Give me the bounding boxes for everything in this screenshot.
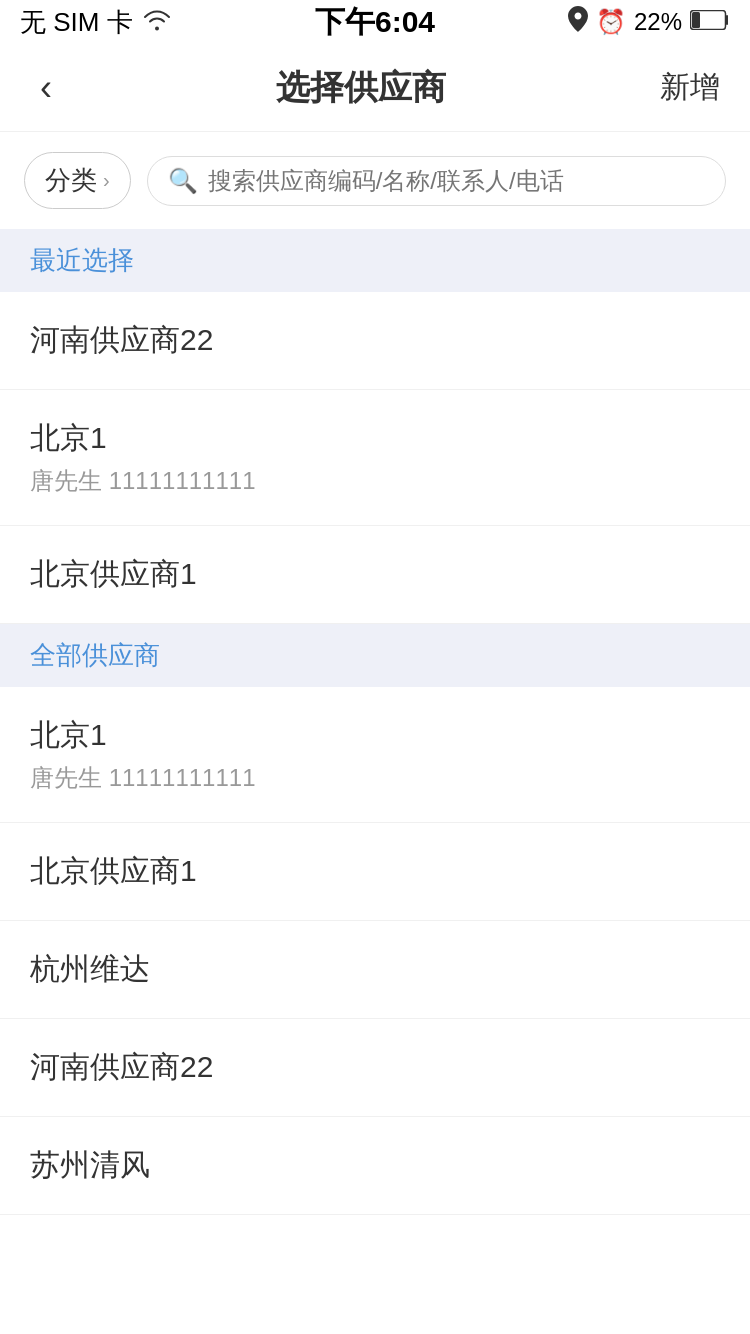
back-button[interactable]: ‹ [30, 57, 62, 119]
item-name: 北京供应商1 [30, 554, 720, 595]
item-name: 苏州清风 [30, 1145, 720, 1186]
item-name: 北京供应商1 [30, 851, 720, 892]
item-name: 河南供应商22 [30, 1047, 720, 1088]
all-list-item[interactable]: 苏州清风 [0, 1117, 750, 1215]
search-icon: 🔍 [168, 167, 198, 195]
search-input[interactable] [208, 167, 705, 195]
nav-bar: ‹ 选择供应商 新增 [0, 44, 750, 132]
recent-list-item[interactable]: 北京供应商1 [0, 526, 750, 624]
item-sub: 唐先生 11111111111 [30, 465, 720, 497]
recent-list-item[interactable]: 北京1 唐先生 11111111111 [0, 390, 750, 526]
all-list-item[interactable]: 北京1 唐先生 11111111111 [0, 687, 750, 823]
search-box: 🔍 [147, 156, 726, 206]
status-right: ⏰ 22% [568, 6, 730, 38]
item-name: 河南供应商22 [30, 320, 720, 361]
item-name: 北京1 [30, 715, 720, 756]
all-list-item[interactable]: 杭州维达 [0, 921, 750, 1019]
battery-text: 22% [634, 8, 682, 36]
filter-bar: 分类 › 🔍 [0, 132, 750, 229]
all-section-header: 全部供应商 [0, 624, 750, 687]
page-title: 选择供应商 [276, 65, 446, 111]
svg-rect-1 [692, 12, 700, 28]
battery-icon [690, 8, 730, 36]
recent-list-item[interactable]: 河南供应商22 [0, 292, 750, 390]
alarm-icon: ⏰ [596, 8, 626, 36]
all-list-item[interactable]: 河南供应商22 [0, 1019, 750, 1117]
category-button[interactable]: 分类 › [24, 152, 131, 209]
all-items-list: 北京1 唐先生 11111111111 北京供应商1 杭州维达河南供应商22 苏州清风 [0, 687, 750, 1215]
all-section-label: 全部供应商 [30, 640, 160, 670]
wifi-icon [143, 7, 171, 38]
item-name: 北京1 [30, 418, 720, 459]
carrier-text: 无 SIM 卡 [20, 5, 133, 40]
add-button[interactable]: 新增 [660, 67, 720, 108]
status-bar: 无 SIM 卡 下午6:04 ⏰ 22% [0, 0, 750, 44]
recent-items-list: 河南供应商22 北京1 唐先生 11111111111 北京供应商1 [0, 292, 750, 624]
recent-section-label: 最近选择 [30, 245, 134, 275]
item-name: 杭州维达 [30, 949, 720, 990]
category-label: 分类 [45, 163, 97, 198]
all-list-item[interactable]: 北京供应商1 [0, 823, 750, 921]
item-sub: 唐先生 11111111111 [30, 762, 720, 794]
location-icon [568, 6, 588, 38]
status-time: 下午6:04 [315, 2, 435, 43]
recent-section-header: 最近选择 [0, 229, 750, 292]
chevron-right-icon: › [103, 169, 110, 192]
status-left: 无 SIM 卡 [20, 5, 171, 40]
